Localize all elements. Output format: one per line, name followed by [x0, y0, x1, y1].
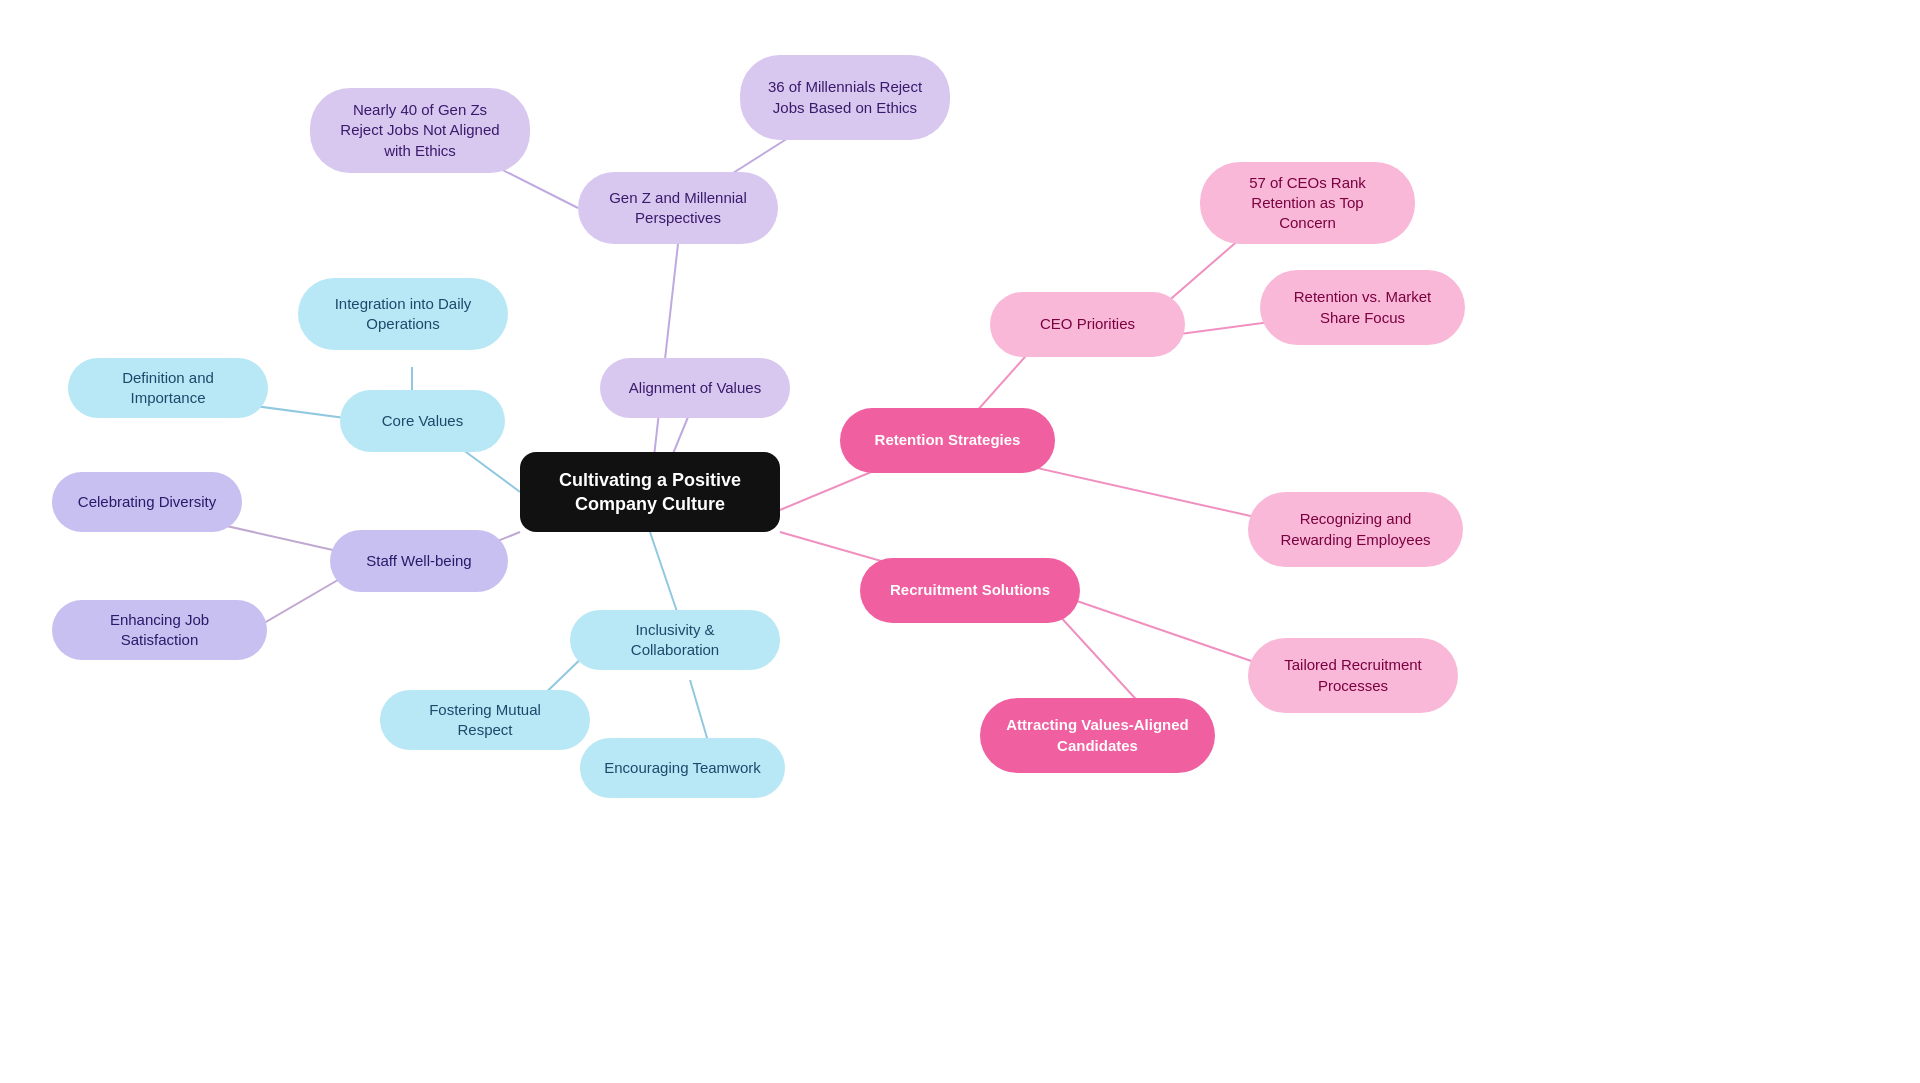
- definition-node: Definition and Importance: [68, 358, 268, 418]
- attracting-label: Attracting Values-Aligned Candidates: [1002, 715, 1193, 756]
- recognizing-label: Recognizing and Rewarding Employees: [1270, 509, 1441, 550]
- enhancing-label: Enhancing Job Satisfaction: [74, 610, 245, 651]
- recruitment-solutions-node: Recruitment Solutions: [860, 558, 1080, 623]
- retention-strategies-label: Retention Strategies: [875, 430, 1021, 450]
- millennials-reject-node: 36 of Millennials Reject Jobs Based on E…: [740, 55, 950, 140]
- retention-vs-market-label: Retention vs. Market Share Focus: [1282, 287, 1443, 328]
- celebrating-label: Celebrating Diversity: [78, 492, 216, 512]
- retention-vs-market-node: Retention vs. Market Share Focus: [1260, 270, 1465, 345]
- genz-reject-node: Nearly 40 of Gen Zs Reject Jobs Not Alig…: [310, 88, 530, 173]
- fostering-label: Fostering Mutual Respect: [402, 700, 568, 741]
- ceo-rank-label: 57 of CEOs Rank Retention as Top Concern: [1222, 173, 1393, 234]
- genz-millennial-label: Gen Z and Millennial Perspectives: [600, 188, 756, 229]
- recruitment-solutions-label: Recruitment Solutions: [890, 580, 1050, 600]
- integration-node: Integration into Daily Operations: [298, 278, 508, 350]
- enhancing-node: Enhancing Job Satisfaction: [52, 600, 267, 660]
- genz-reject-label: Nearly 40 of Gen Zs Reject Jobs Not Alig…: [332, 100, 508, 161]
- millennials-reject-label: 36 of Millennials Reject Jobs Based on E…: [762, 77, 928, 118]
- core-values-label: Core Values: [382, 411, 463, 431]
- fostering-node: Fostering Mutual Respect: [380, 690, 590, 750]
- inclusivity-label: Inclusivity & Collaboration: [592, 620, 758, 661]
- attracting-node: Attracting Values-Aligned Candidates: [980, 698, 1215, 773]
- genz-millennial-node: Gen Z and Millennial Perspectives: [578, 172, 778, 244]
- ceo-priorities-label: CEO Priorities: [1040, 314, 1135, 334]
- staff-wellbeing-label: Staff Well-being: [366, 551, 471, 571]
- celebrating-node: Celebrating Diversity: [52, 472, 242, 532]
- retention-strategies-node: Retention Strategies: [840, 408, 1055, 473]
- tailored-node: Tailored Recruitment Processes: [1248, 638, 1458, 713]
- integration-label: Integration into Daily Operations: [320, 294, 486, 335]
- ceo-priorities-node: CEO Priorities: [990, 292, 1185, 357]
- center-node: Cultivating a Positive Company Culture: [520, 452, 780, 532]
- alignment-label: Alignment of Values: [629, 378, 761, 398]
- ceo-rank-node: 57 of CEOs Rank Retention as Top Concern: [1200, 162, 1415, 244]
- teamwork-node: Encouraging Teamwork: [580, 738, 785, 798]
- definition-label: Definition and Importance: [90, 368, 246, 409]
- staff-wellbeing-node: Staff Well-being: [330, 530, 508, 592]
- recognizing-node: Recognizing and Rewarding Employees: [1248, 492, 1463, 567]
- core-values-node: Core Values: [340, 390, 505, 452]
- tailored-label: Tailored Recruitment Processes: [1270, 655, 1436, 696]
- center-label: Cultivating a Positive Company Culture: [542, 468, 758, 517]
- inclusivity-node: Inclusivity & Collaboration: [570, 610, 780, 670]
- teamwork-label: Encouraging Teamwork: [604, 758, 760, 778]
- alignment-node: Alignment of Values: [600, 358, 790, 418]
